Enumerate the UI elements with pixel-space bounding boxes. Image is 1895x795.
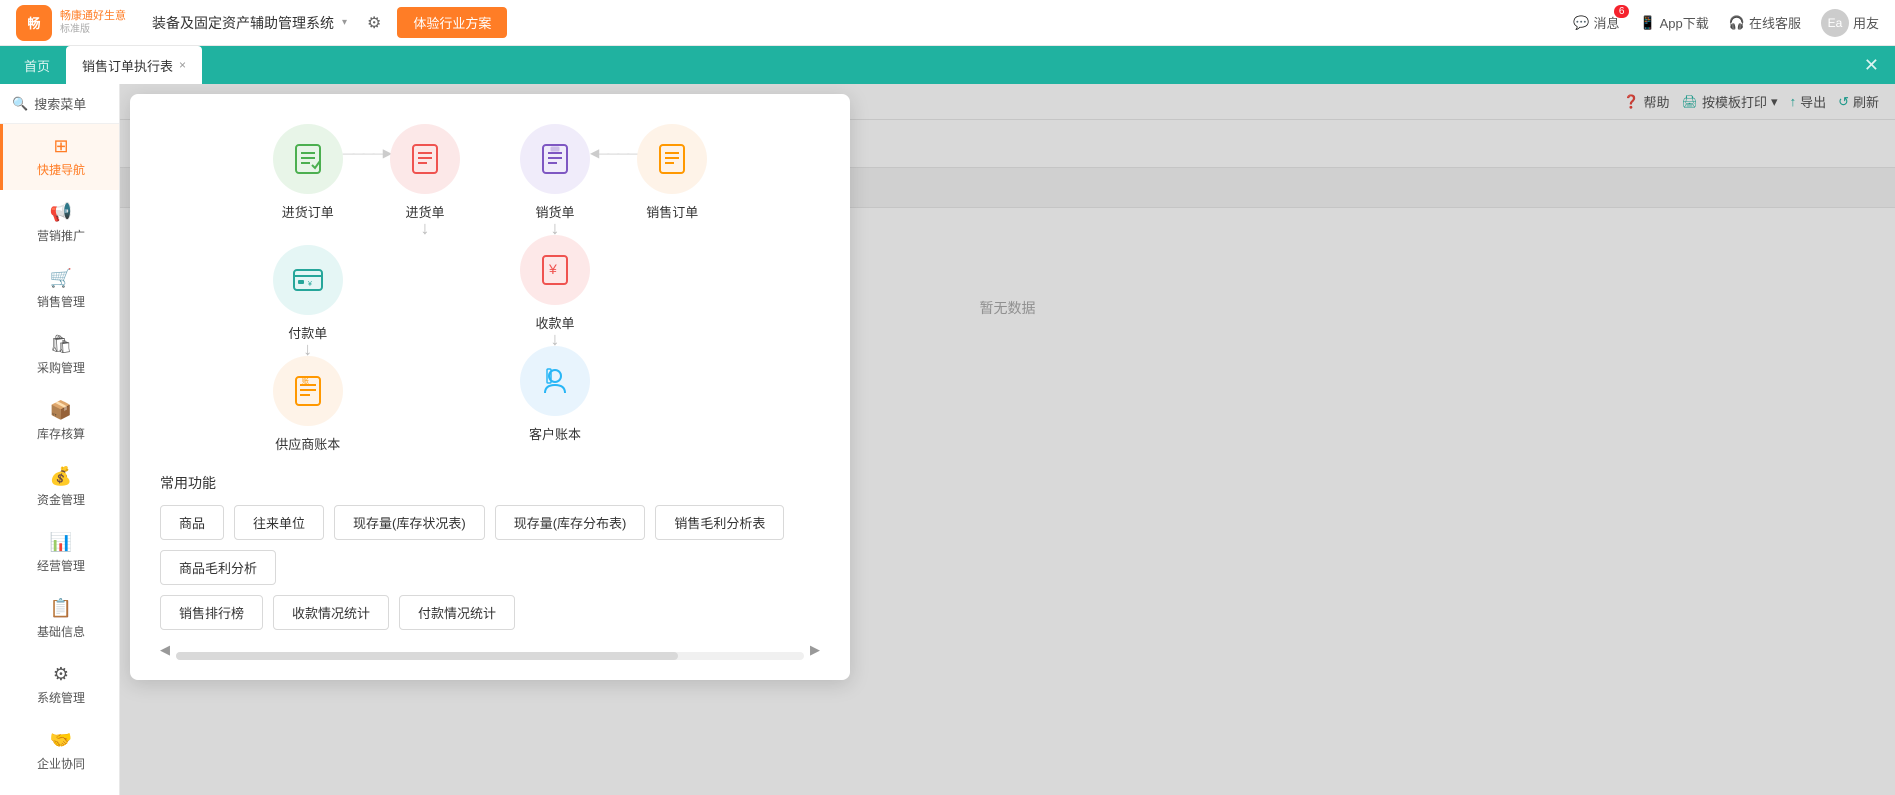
svg-text:¥: ¥ (548, 261, 557, 277)
tab-sales-order[interactable]: 销售订单执行表 × (66, 46, 202, 84)
tab-bar-close-icon[interactable]: ✕ (1856, 55, 1887, 76)
func-row-1: 商品 往来单位 现存量(库存状况表) 现存量(库存分布表) 销售毛利分析表 商品… (160, 505, 820, 585)
common-funcs: 常用功能 商品 往来单位 现存量(库存状况表) 现存量(库存分布表) 销售毛利分… (160, 473, 820, 630)
purchase-receipt-node: 进货单 (390, 124, 460, 221)
sidebar-item-finance[interactable]: 💰 资金管理 (0, 454, 119, 520)
purchase-order-node: 进货订单 (273, 124, 343, 221)
enterprise-icon: 🤝 (50, 730, 72, 751)
svg-text:¥: ¥ (308, 281, 312, 288)
dropdown-arrow-icon[interactable]: ▾ (342, 17, 347, 28)
inventory-icon: 📦 (50, 400, 72, 421)
basic-info-icon: 📋 (50, 598, 72, 619)
sales-order-circle (637, 124, 707, 194)
func-btn-6[interactable]: 销售排行榜 (160, 595, 263, 630)
sidebar-item-quick-nav[interactable]: ⊞ 快捷导航 (0, 124, 119, 190)
tab-home[interactable]: 首页 (8, 46, 66, 84)
sales-order-node: 销售订单 (637, 124, 707, 221)
tab-bar: 首页 销售订单执行表 × ✕ (0, 46, 1895, 84)
receipt-circle: ¥ (520, 235, 590, 305)
scroll-left-icon[interactable]: ◀ (160, 642, 170, 658)
purchase-order-label: 进货订单 (282, 202, 334, 221)
common-funcs-title: 常用功能 (160, 473, 820, 493)
app-download-button[interactable]: 📱 App下载 (1639, 13, 1708, 32)
logo-text: 畅康通好生意 标准版 (60, 9, 126, 36)
message-button[interactable]: 💬 消息 6 (1573, 13, 1619, 32)
sidebar-item-basic-info[interactable]: 📋 基础信息 (0, 586, 119, 652)
func-btn-1[interactable]: 往来单位 (234, 505, 324, 540)
operations-icon: 📊 (50, 532, 72, 553)
sidebar-item-enterprise[interactable]: 🤝 企业协同 (0, 718, 119, 784)
down-arrow-2: ↓ (303, 342, 312, 356)
func-row-2: 销售排行榜 收款情况统计 付款情况统计 (160, 595, 820, 630)
sidebar: 🔍 搜索菜单 ⊞ 快捷导航 📢 营销推广 🛒 销售管理 🛍 采购管理 📦 库存核… (0, 84, 120, 795)
sidebar-item-sales[interactable]: 🛒 销售管理 (0, 256, 119, 322)
sidebar-item-inventory[interactable]: 📦 库存核算 (0, 388, 119, 454)
top-right-actions: 💬 消息 6 📱 App下载 🎧 在线客服 Ea 用友 (1573, 9, 1879, 37)
modal-scrollbar-thumb (176, 652, 678, 660)
sales-icon: 🛒 (50, 268, 72, 289)
sidebar-item-operations[interactable]: 📊 经营管理 (0, 520, 119, 586)
finance-icon: 💰 (50, 466, 72, 487)
func-btn-2[interactable]: 现存量(库存状况表) (334, 505, 485, 540)
logo-area: 畅 畅康通好生意 标准版 (16, 5, 136, 41)
sales-order-label: 销售订单 (646, 202, 698, 221)
h-arrow-2: ◀———— (590, 146, 637, 160)
top-bar: 畅 畅康通好生意 标准版 装备及固定资产辅助管理系统 ▾ ⚙ 体验行业方案 💬 … (0, 0, 1895, 46)
online-service-button[interactable]: 🎧 在线客服 (1729, 13, 1801, 32)
experience-button[interactable]: 体验行业方案 (397, 7, 507, 38)
modal-box: 进货订单 ¥ 付款单 ↓ 账 (130, 94, 850, 680)
user-menu[interactable]: Ea 用友 (1821, 9, 1879, 37)
func-btn-5[interactable]: 商品毛利分析 (160, 550, 276, 585)
customer-ledger-circle (520, 346, 590, 416)
payment-node: ¥ 付款单 (273, 245, 343, 342)
tab-close-icon[interactable]: × (179, 58, 186, 72)
customer-ledger-label: 客户账本 (529, 424, 581, 443)
purchase-order-circle (273, 124, 343, 194)
service-icon: 🎧 (1729, 15, 1745, 31)
supplier-ledger-circle: 账 (273, 356, 343, 426)
svg-text:账: 账 (302, 376, 309, 385)
system-icon: ⚙ (53, 664, 69, 685)
search-icon: 🔍 (12, 96, 28, 112)
sidebar-item-marketing[interactable]: 📢 营销推广 (0, 190, 119, 256)
sidebar-item-purchase[interactable]: 🛍 采购管理 (0, 322, 119, 388)
sidebar-item-system[interactable]: ⚙ 系统管理 (0, 652, 119, 718)
avatar: Ea (1821, 9, 1849, 37)
logo-icon: 畅 (16, 5, 52, 41)
main-layout: 🔍 搜索菜单 ⊞ 快捷导航 📢 营销推广 🛒 销售管理 🛍 采购管理 📦 库存核… (0, 84, 1895, 795)
content-area: ❓ 帮助 🖨 按模板打印 ▾ ↑ 导出 ↺ 刷新 📅 (120, 84, 1895, 795)
sidebar-item-newbie[interactable]: 📚 新手引导 (0, 784, 119, 795)
system-title: 装备及固定资产辅助管理系统 ▾ ⚙ (152, 13, 381, 33)
search-menu[interactable]: 🔍 搜索菜单 (0, 84, 119, 124)
supplier-ledger-label: 供应商账本 (275, 434, 340, 453)
modal-scrollbar[interactable] (176, 652, 804, 660)
payment-circle: ¥ (273, 245, 343, 315)
func-btn-0[interactable]: 商品 (160, 505, 224, 540)
func-btn-8[interactable]: 付款情况统计 (399, 595, 515, 630)
receipt-node: ¥ 收款单 (520, 235, 590, 332)
supplier-ledger-node: 账 供应商账本 (273, 356, 343, 453)
func-btn-3[interactable]: 现存量(库存分布表) (495, 505, 646, 540)
sales-bill-circle (520, 124, 590, 194)
settings-icon[interactable]: ⚙ (367, 13, 381, 33)
marketing-icon: 📢 (50, 202, 72, 223)
download-icon: 📱 (1639, 15, 1655, 31)
purchase-receipt-circle (390, 124, 460, 194)
func-btn-4[interactable]: 销售毛利分析表 (655, 505, 784, 540)
scroll-right-icon[interactable]: ▶ (810, 642, 820, 658)
message-badge: 6 (1614, 5, 1630, 18)
message-icon: 💬 (1573, 15, 1589, 31)
customer-ledger-node: 客户账本 (520, 346, 590, 443)
modal-overlay[interactable]: 进货订单 ¥ 付款单 ↓ 账 (120, 84, 1895, 795)
modal-scrollbar-row: ◀ ▶ (160, 640, 820, 660)
func-btn-7[interactable]: 收款情况统计 (273, 595, 389, 630)
h-arrow-1: ————▶ (343, 146, 390, 160)
sales-bill-node: 销货单 (520, 124, 590, 221)
purchase-icon: 🛍 (50, 334, 73, 355)
quick-nav-icon: ⊞ (53, 136, 68, 157)
